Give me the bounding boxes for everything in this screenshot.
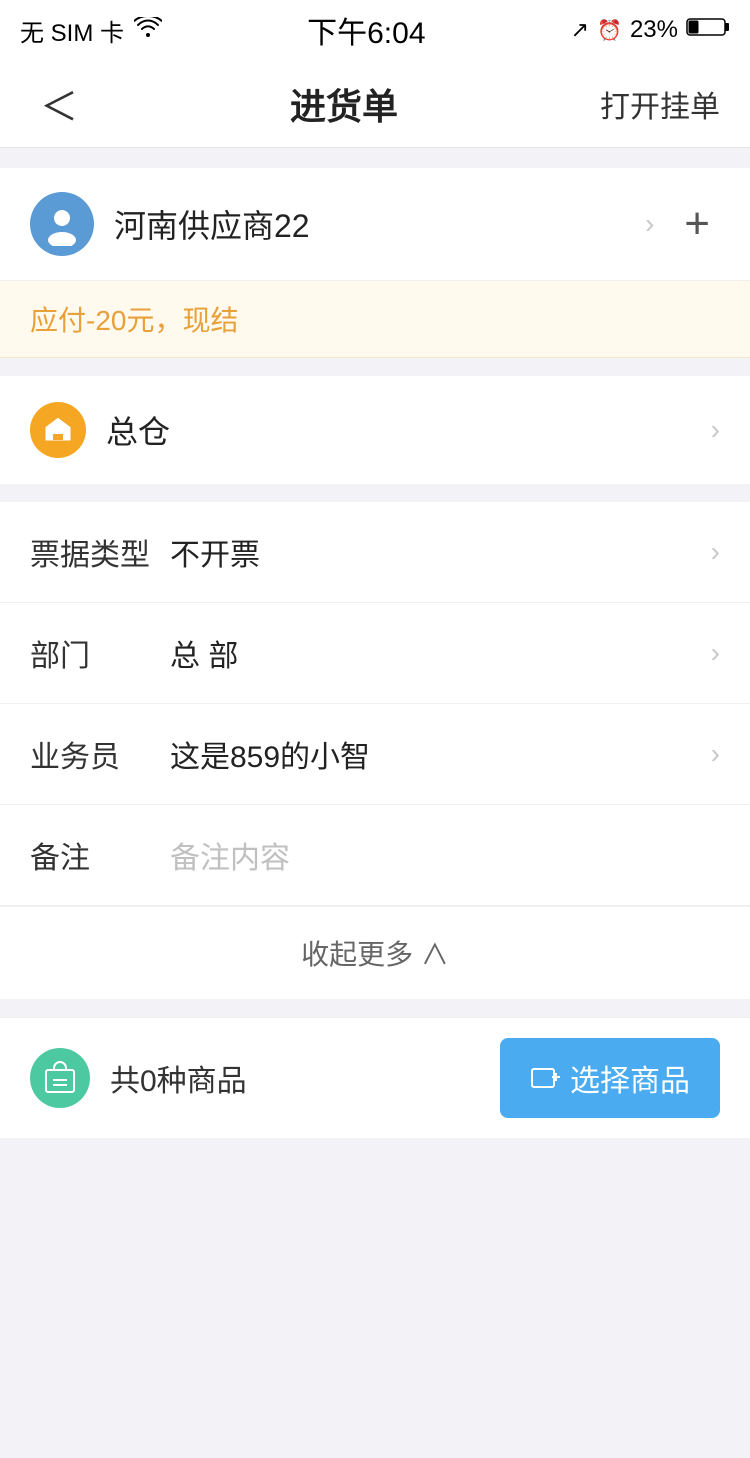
notice-banner: 应付-20元，现结 — [0, 281, 750, 358]
back-button[interactable]: ＜ — [30, 66, 88, 141]
warehouse-section: 总仓 › — [0, 376, 750, 484]
department-row[interactable]: 部门 总 部 › — [0, 603, 750, 704]
warehouse-icon — [30, 402, 86, 458]
supplier-chevron-icon: › — [645, 208, 654, 240]
nav-bar: ＜ 进货单 打开挂单 — [0, 60, 750, 148]
select-product-label: 选择商品 — [570, 1056, 690, 1100]
supplier-row[interactable]: 河南供应商22 › + — [0, 168, 750, 281]
gap-3 — [0, 999, 750, 1017]
salesperson-label: 业务员 — [30, 732, 170, 776]
wifi-icon — [134, 16, 162, 44]
form-section: 票据类型 不开票 › 部门 总 部 › 业务员 这是859的小智 › 备注 备注… — [0, 502, 750, 999]
status-time: 下午6:04 — [307, 8, 425, 52]
warehouse-name: 总仓 — [106, 407, 711, 453]
invoice-type-chevron-icon: › — [711, 536, 720, 568]
bottom-bar: 共0种商品 选择商品 — [0, 1017, 750, 1138]
product-icon — [30, 1048, 90, 1108]
carrier-text: 无 SIM 卡 — [20, 13, 124, 48]
rest-area — [0, 1138, 750, 1458]
status-left: 无 SIM 卡 — [20, 13, 162, 48]
supplier-section: 河南供应商22 › + 应付-20元，现结 — [0, 168, 750, 358]
remark-value[interactable]: 备注内容 — [170, 833, 720, 877]
warehouse-chevron-icon: › — [711, 414, 720, 446]
add-supplier-button[interactable]: + — [674, 199, 720, 249]
product-count-text: 共0种商品 — [110, 1056, 500, 1100]
page-title: 进货单 — [290, 78, 398, 130]
top-gap — [0, 148, 750, 168]
warehouse-row[interactable]: 总仓 › — [0, 376, 750, 484]
status-bar: 无 SIM 卡 下午6:04 ↗ ⏰ 23% — [0, 0, 750, 60]
select-product-button[interactable]: 选择商品 — [500, 1038, 720, 1118]
salesperson-row[interactable]: 业务员 这是859的小智 › — [0, 704, 750, 805]
alarm-icon: ⏰ — [597, 18, 622, 43]
status-right: ↗ ⏰ 23% — [571, 16, 730, 45]
battery-icon — [686, 16, 730, 45]
remark-row[interactable]: 备注 备注内容 — [0, 805, 750, 906]
salesperson-chevron-icon: › — [711, 738, 720, 770]
salesperson-value: 这是859的小智 — [170, 732, 711, 776]
collapse-button[interactable]: 收起更多 ∧ — [0, 906, 750, 999]
notice-text: 应付-20元，现结 — [30, 305, 238, 336]
invoice-type-label: 票据类型 — [30, 530, 170, 574]
department-value: 总 部 — [170, 631, 711, 675]
supplier-name: 河南供应商22 — [114, 201, 645, 247]
location-icon: ↗ — [571, 17, 589, 43]
gap-1 — [0, 358, 750, 376]
remark-label: 备注 — [30, 833, 170, 877]
department-label: 部门 — [30, 631, 170, 675]
department-chevron-icon: › — [711, 637, 720, 669]
invoice-type-row[interactable]: 票据类型 不开票 › — [0, 502, 750, 603]
battery-text: 23% — [630, 16, 678, 44]
invoice-type-value: 不开票 — [170, 530, 711, 574]
open-pending-button[interactable]: 打开挂单 — [600, 82, 720, 126]
supplier-avatar — [30, 192, 94, 256]
collapse-label: 收起更多 ∧ — [301, 933, 449, 973]
gap-2 — [0, 484, 750, 502]
